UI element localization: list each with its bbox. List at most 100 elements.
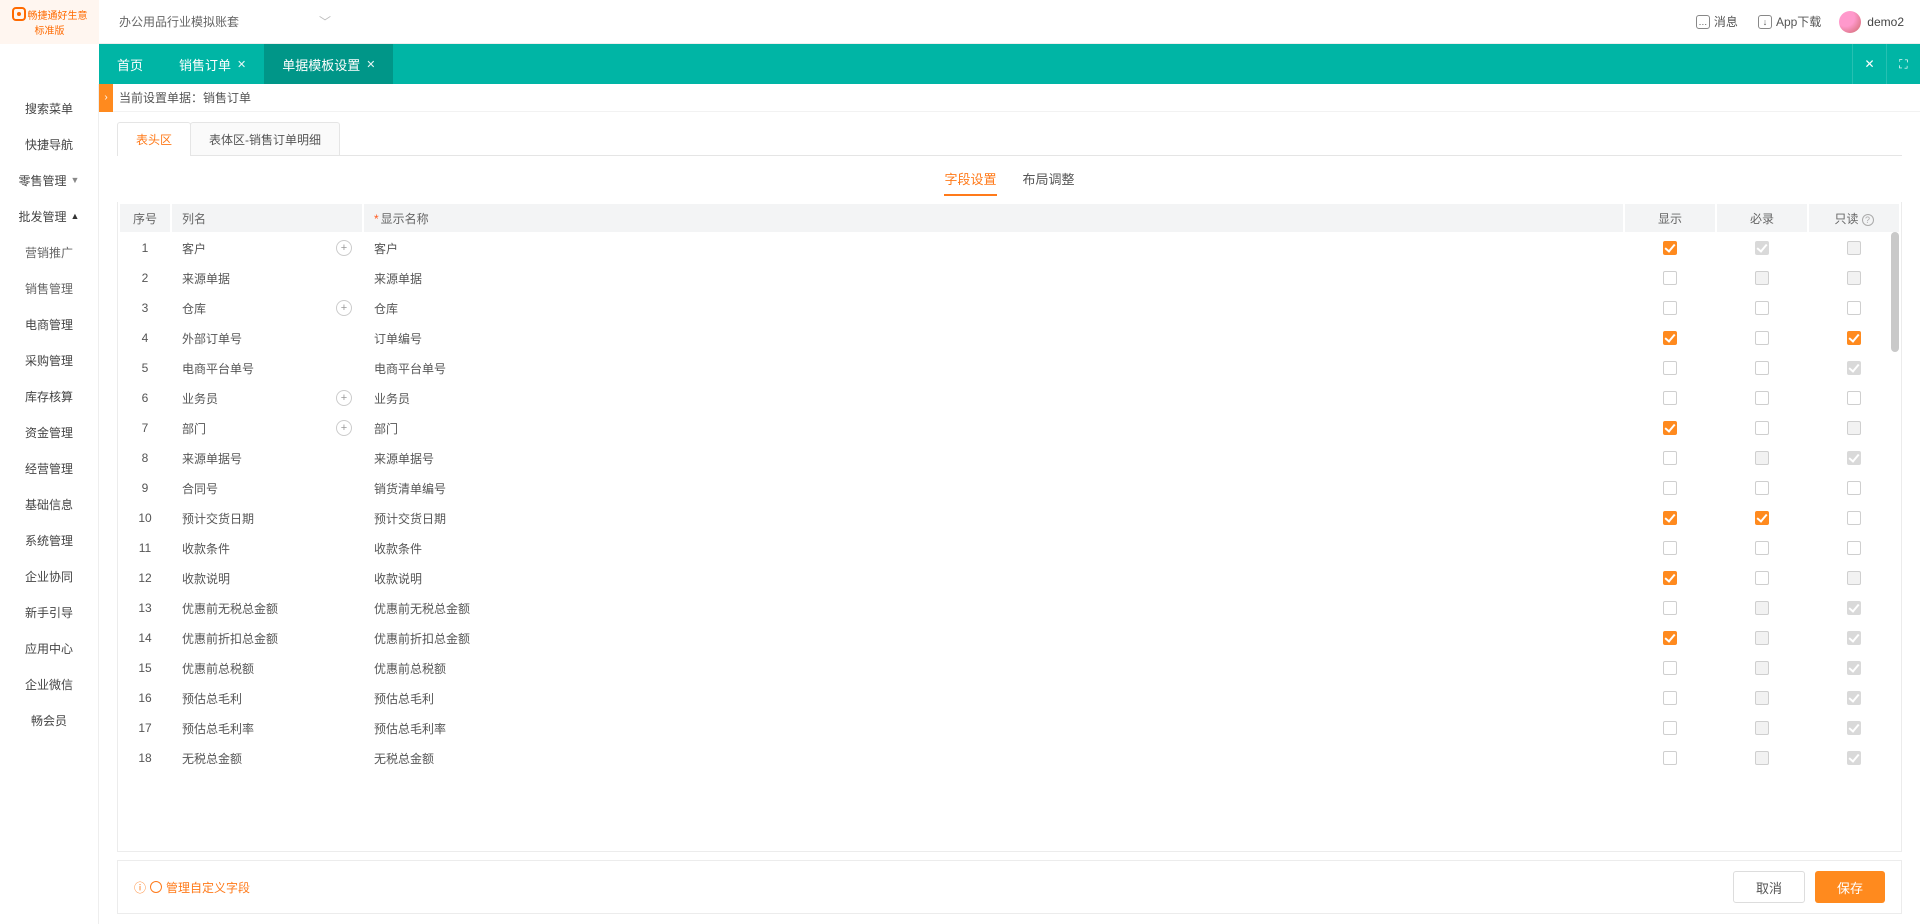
checkbox[interactable] bbox=[1663, 661, 1677, 675]
checkbox[interactable] bbox=[1847, 481, 1861, 495]
cell-display-name[interactable]: 收款说明 bbox=[364, 564, 1623, 592]
sidebar-item-7[interactable]: 采购管理 bbox=[0, 342, 98, 378]
sub-tab-1[interactable]: 布局调整 bbox=[1023, 169, 1075, 196]
checkbox[interactable] bbox=[1663, 691, 1677, 705]
checkbox[interactable] bbox=[1755, 421, 1769, 435]
manage-custom-fields-link[interactable]: ⓘ 管理自定义字段 bbox=[134, 879, 250, 896]
cell-display-name[interactable]: 业务员 bbox=[364, 384, 1623, 412]
plus-icon[interactable]: + bbox=[336, 300, 352, 316]
sub-tab-0[interactable]: 字段设置 bbox=[944, 169, 996, 196]
checkbox[interactable] bbox=[1663, 721, 1677, 735]
scrollbar[interactable] bbox=[1891, 232, 1899, 849]
checkbox[interactable] bbox=[1755, 571, 1769, 585]
checkbox[interactable] bbox=[1755, 331, 1769, 345]
cell-display-name[interactable]: 优惠前无税总金额 bbox=[364, 594, 1623, 622]
sidebar-item-8[interactable]: 库存核算 bbox=[0, 378, 98, 414]
checkbox[interactable] bbox=[1847, 541, 1861, 555]
checkbox[interactable] bbox=[1663, 631, 1677, 645]
cell-display-name[interactable]: 预估总毛利 bbox=[364, 684, 1623, 712]
checkbox[interactable] bbox=[1755, 481, 1769, 495]
app-download-button[interactable]: ↓ App下载 bbox=[1758, 13, 1821, 30]
plus-icon[interactable]: + bbox=[336, 240, 352, 256]
sidebar-item-14[interactable]: 新手引导 bbox=[0, 594, 98, 630]
cell-display-name[interactable]: 无税总金额 bbox=[364, 744, 1623, 772]
checkbox[interactable] bbox=[1755, 301, 1769, 315]
checkbox[interactable] bbox=[1847, 331, 1861, 345]
cancel-button[interactable]: 取消 bbox=[1733, 871, 1805, 903]
sidebar-item-3[interactable]: 批发管理▲ bbox=[0, 198, 98, 234]
checkbox[interactable] bbox=[1663, 481, 1677, 495]
cell-display-name[interactable]: 预计交货日期 bbox=[364, 504, 1623, 532]
checkbox[interactable] bbox=[1663, 751, 1677, 765]
fullscreen-icon[interactable]: ⛶ bbox=[1886, 44, 1920, 84]
user-name[interactable]: demo2 bbox=[1867, 15, 1904, 29]
cell-display-name[interactable]: 客户 bbox=[364, 234, 1623, 262]
sidebar-item-15[interactable]: 应用中心 bbox=[0, 630, 98, 666]
checkbox[interactable] bbox=[1663, 511, 1677, 525]
save-button[interactable]: 保存 bbox=[1815, 871, 1885, 903]
cell-display-name[interactable]: 来源单据 bbox=[364, 264, 1623, 292]
sidebar-item-17[interactable]: 畅会员 bbox=[0, 702, 98, 738]
tab-close-all-icon[interactable]: ✕ bbox=[1852, 44, 1886, 84]
checkbox[interactable] bbox=[1755, 391, 1769, 405]
sidebar-item-5[interactable]: 销售管理 bbox=[0, 270, 98, 306]
sidebar-item-0[interactable]: 搜索菜单 bbox=[0, 90, 98, 126]
cell-display-name[interactable]: 优惠前总税额 bbox=[364, 654, 1623, 682]
cell-show bbox=[1625, 384, 1715, 412]
plus-icon[interactable]: + bbox=[336, 390, 352, 406]
checkbox[interactable] bbox=[1663, 241, 1677, 255]
tab-0[interactable]: 首页 bbox=[99, 44, 161, 84]
sidebar-item-6[interactable]: 电商管理 bbox=[0, 306, 98, 342]
checkbox[interactable] bbox=[1847, 391, 1861, 405]
cell-display-name[interactable]: 仓库 bbox=[364, 294, 1623, 322]
checkbox[interactable] bbox=[1755, 511, 1769, 525]
checkbox[interactable] bbox=[1663, 601, 1677, 615]
cell-readonly bbox=[1809, 564, 1899, 592]
cell-display-name[interactable]: 来源单据号 bbox=[364, 444, 1623, 472]
sidebar-item-11[interactable]: 基础信息 bbox=[0, 486, 98, 522]
sidebar-item-16[interactable]: 企业微信 bbox=[0, 666, 98, 702]
sidebar-item-10[interactable]: 经营管理 bbox=[0, 450, 98, 486]
sidebar-item-13[interactable]: 企业协同 bbox=[0, 558, 98, 594]
sidebar-item-4[interactable]: 营销推广 bbox=[0, 234, 98, 270]
checkbox[interactable] bbox=[1755, 541, 1769, 555]
area-tab-0[interactable]: 表头区 bbox=[117, 122, 191, 156]
cell-display-name[interactable]: 销货清单编号 bbox=[364, 474, 1623, 502]
checkbox[interactable] bbox=[1663, 541, 1677, 555]
tab-1[interactable]: 销售订单✕ bbox=[161, 44, 264, 84]
checkbox bbox=[1755, 631, 1769, 645]
sidebar-item-2[interactable]: 零售管理▼ bbox=[0, 162, 98, 198]
cell-display-name[interactable]: 电商平台单号 bbox=[364, 354, 1623, 382]
checkbox[interactable] bbox=[1663, 331, 1677, 345]
checkbox[interactable] bbox=[1663, 571, 1677, 585]
close-icon[interactable]: ✕ bbox=[366, 58, 375, 71]
cell-display-name[interactable]: 优惠前折扣总金额 bbox=[364, 624, 1623, 652]
avatar[interactable] bbox=[1839, 11, 1861, 33]
checkbox[interactable] bbox=[1663, 301, 1677, 315]
cell-display-name[interactable]: 部门 bbox=[364, 414, 1623, 442]
sidebar-item-12[interactable]: 系统管理 bbox=[0, 522, 98, 558]
messages-button[interactable]: … 消息 bbox=[1696, 13, 1738, 30]
area-tab-1[interactable]: 表体区-销售订单明细 bbox=[190, 122, 340, 156]
cell-required bbox=[1717, 264, 1807, 292]
checkbox[interactable] bbox=[1847, 301, 1861, 315]
checkbox[interactable] bbox=[1847, 511, 1861, 525]
collapse-handle-icon[interactable]: › bbox=[99, 84, 113, 112]
cell-readonly bbox=[1809, 384, 1899, 412]
checkbox[interactable] bbox=[1663, 361, 1677, 375]
sidebar-item-1[interactable]: 快捷导航 bbox=[0, 126, 98, 162]
checkbox[interactable] bbox=[1663, 451, 1677, 465]
checkbox[interactable] bbox=[1663, 391, 1677, 405]
tab-2[interactable]: 单据模板设置✕ bbox=[264, 44, 393, 84]
checkbox[interactable] bbox=[1755, 361, 1769, 375]
checkbox[interactable] bbox=[1663, 271, 1677, 285]
account-select[interactable]: 办公用品行业模拟账套 ﹀ bbox=[119, 13, 359, 30]
sidebar-item-9[interactable]: 资金管理 bbox=[0, 414, 98, 450]
plus-icon[interactable]: + bbox=[336, 420, 352, 436]
help-icon[interactable]: ? bbox=[1862, 214, 1874, 226]
checkbox[interactable] bbox=[1663, 421, 1677, 435]
cell-display-name[interactable]: 订单编号 bbox=[364, 324, 1623, 352]
cell-display-name[interactable]: 预估总毛利率 bbox=[364, 714, 1623, 742]
cell-display-name[interactable]: 收款条件 bbox=[364, 534, 1623, 562]
close-icon[interactable]: ✕ bbox=[237, 58, 246, 71]
